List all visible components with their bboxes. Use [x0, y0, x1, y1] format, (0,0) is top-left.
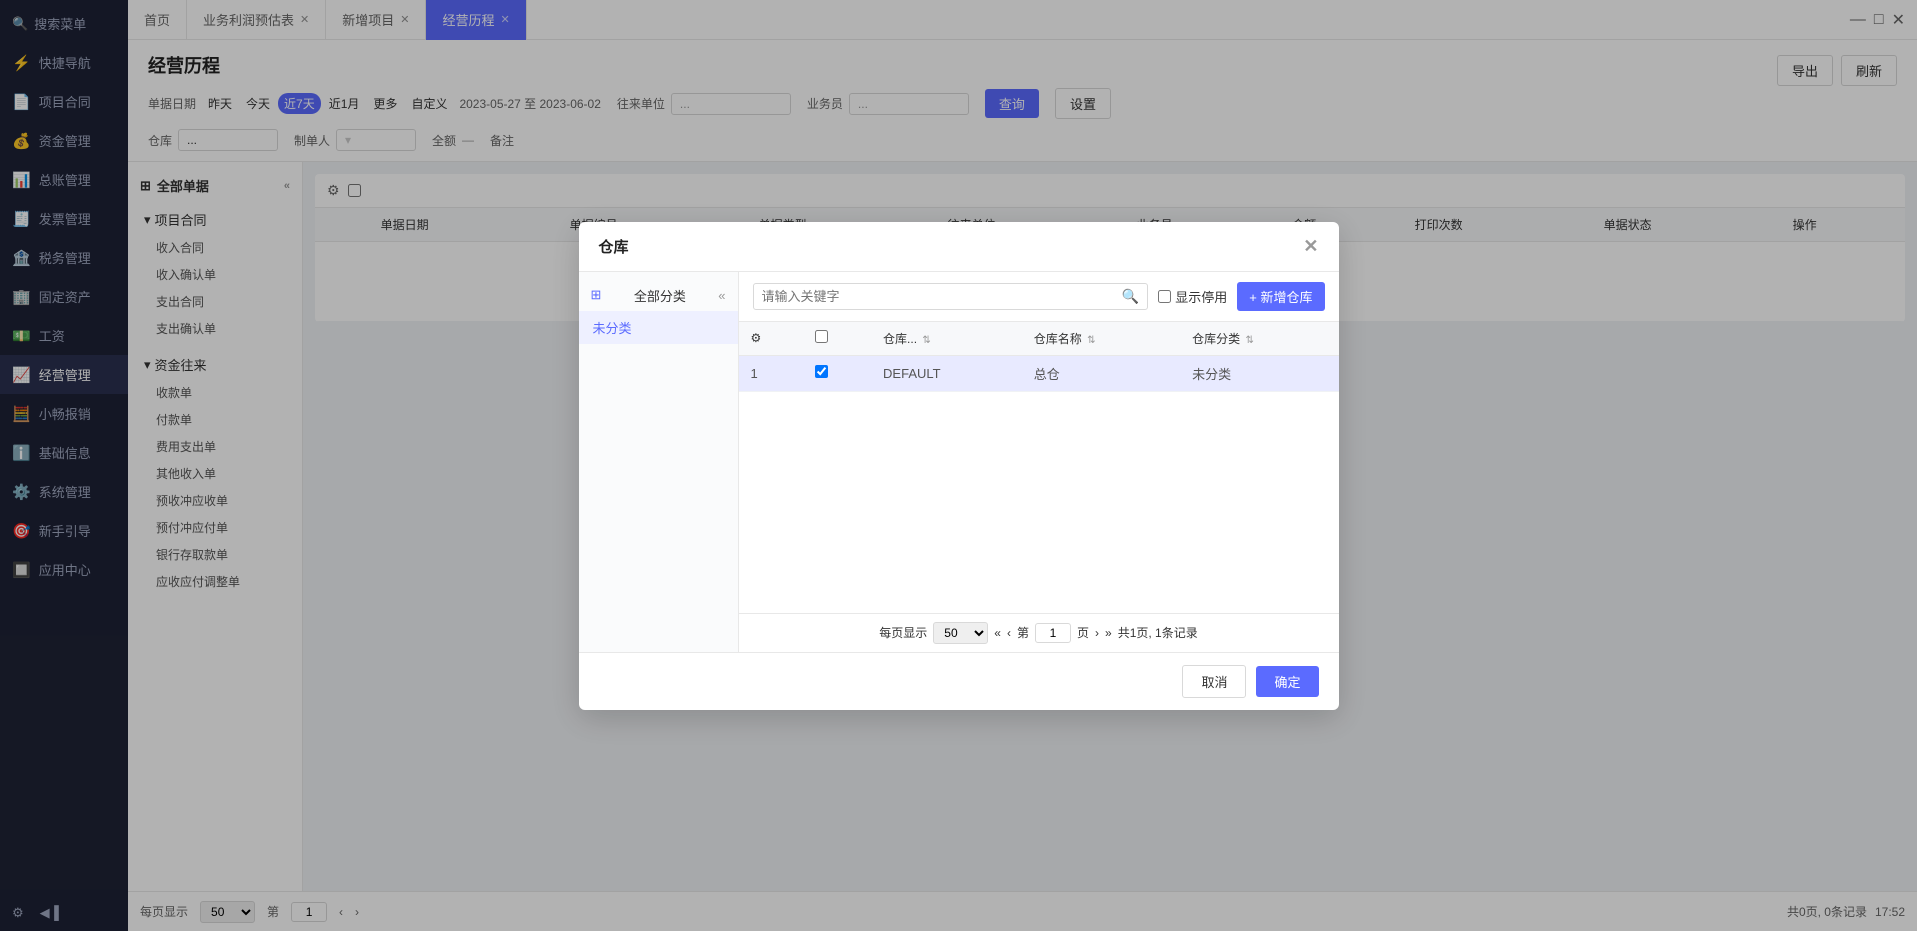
th-warehouse-category: 仓库分类 ⇅ — [1180, 322, 1338, 356]
warehouse-table: ⚙ 仓库... ⇅ 仓库名称 ⇅ — [739, 322, 1339, 392]
dialog-total-label: 共1页, 1条记录 — [1118, 624, 1198, 641]
sort-icon-code[interactable]: ⇅ — [922, 335, 930, 346]
table-select-all[interactable] — [815, 330, 828, 343]
overlay: 仓库 ✕ ⊞ 全部分类 « 未分类 🔍 — [0, 0, 1917, 931]
row-name: 总仓 — [1022, 355, 1180, 391]
row-category: 未分类 — [1180, 355, 1338, 391]
th-warehouse-code: 仓库... ⇅ — [871, 322, 1022, 356]
dialog-title: 仓库 — [599, 236, 629, 257]
dialog-right-panel: 🔍 显示停用 + 新增仓库 ⚙ — [739, 272, 1339, 652]
dialog-last-page-btn[interactable]: » — [1105, 626, 1112, 640]
dialog-left-panel: ⊞ 全部分类 « 未分类 — [579, 272, 739, 652]
sort-icon-category[interactable]: ⇅ — [1245, 335, 1253, 346]
dialog-search-input[interactable] — [762, 289, 1118, 304]
th-checkbox — [803, 322, 871, 356]
dialog-page-suffix: 页 — [1077, 624, 1089, 641]
dialog-next-page-btn[interactable]: › — [1095, 626, 1099, 640]
show-disabled-group: 显示停用 — [1158, 287, 1227, 306]
th-settings: ⚙ — [739, 322, 803, 356]
dialog-search-box: 🔍 — [753, 283, 1149, 310]
row-checkbox — [803, 355, 871, 391]
dialog-first-page-btn[interactable]: « — [994, 626, 1001, 640]
warehouse-dialog: 仓库 ✕ ⊞ 全部分类 « 未分类 🔍 — [579, 222, 1339, 710]
dialog-table: ⚙ 仓库... ⇅ 仓库名称 ⇅ — [739, 322, 1339, 613]
add-warehouse-button[interactable]: + 新增仓库 — [1237, 282, 1324, 311]
row-code: DEFAULT — [871, 355, 1022, 391]
settings-icon-th: ⚙ — [751, 331, 762, 345]
dialog-left-header: ⊞ 全部分类 « — [579, 280, 738, 311]
dialog-prev-page-btn[interactable]: ‹ — [1007, 626, 1011, 640]
grid-icon-dialog: ⊞ — [591, 287, 602, 303]
dialog-page-input[interactable] — [1035, 623, 1071, 643]
dialog-page-size-label: 每页显示 — [879, 624, 927, 641]
row-num: 1 — [739, 355, 803, 391]
dialog-header: 仓库 ✕ — [579, 222, 1339, 272]
dialog-footer: 取消 确定 — [579, 652, 1339, 710]
dialog-page-label: 第 — [1017, 624, 1029, 641]
dialog-toolbar: 🔍 显示停用 + 新增仓库 — [739, 272, 1339, 322]
show-disabled-checkbox[interactable] — [1158, 290, 1171, 303]
dialog-left-collapse-icon[interactable]: « — [718, 288, 725, 303]
dialog-page-size-select[interactable]: 50 100 — [933, 622, 988, 644]
dialog-body: ⊞ 全部分类 « 未分类 🔍 显示停用 — [579, 272, 1339, 652]
sort-icon-name[interactable]: ⇅ — [1087, 335, 1095, 346]
dialog-left-title: 全部分类 — [634, 286, 686, 305]
th-warehouse-name: 仓库名称 ⇅ — [1022, 322, 1180, 356]
dialog-category-unclassified[interactable]: 未分类 — [579, 311, 738, 344]
cancel-button[interactable]: 取消 — [1182, 665, 1246, 698]
confirm-button[interactable]: 确定 — [1256, 666, 1318, 697]
row-select-checkbox[interactable] — [815, 365, 828, 378]
table-row[interactable]: 1 DEFAULT 总仓 未分类 — [739, 355, 1339, 391]
dialog-close-button[interactable]: ✕ — [1303, 236, 1318, 257]
dialog-pagination: 每页显示 50 100 « ‹ 第 页 › » 共1页, 1条记录 — [739, 613, 1339, 652]
show-disabled-label: 显示停用 — [1175, 287, 1227, 306]
search-icon-dialog: 🔍 — [1122, 288, 1139, 305]
